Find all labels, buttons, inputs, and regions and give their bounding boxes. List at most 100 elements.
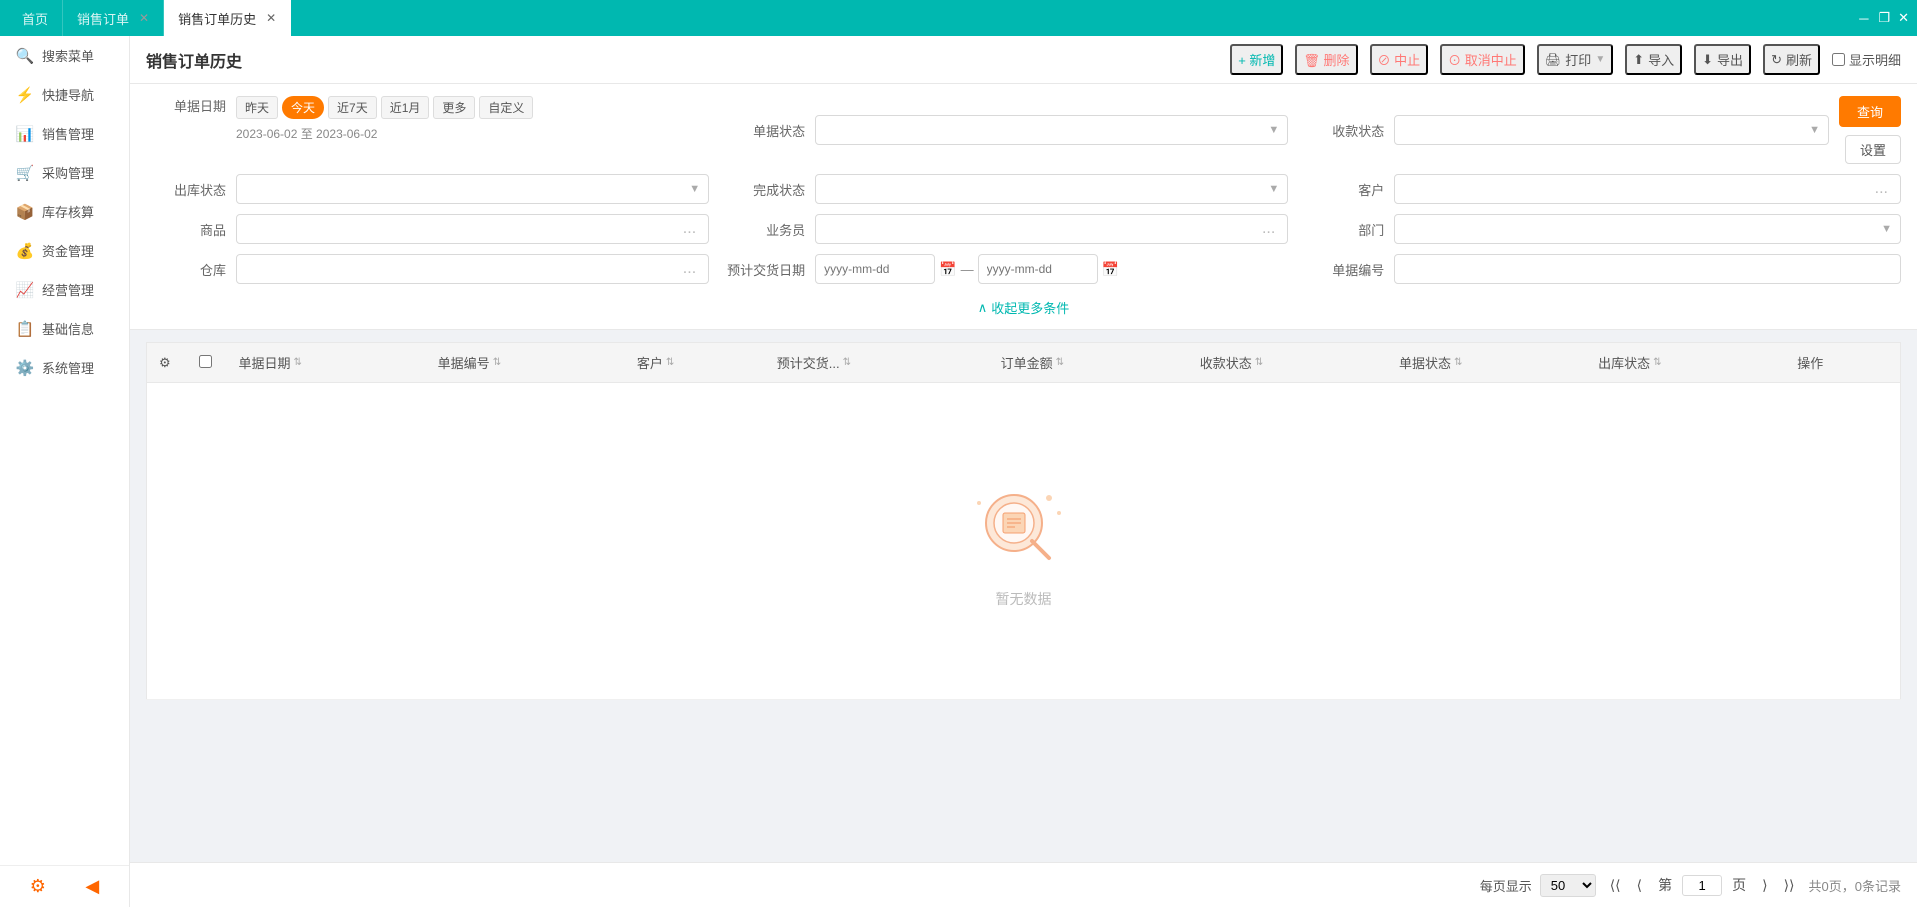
date-group: 昨天 今天 近7天 近1月 更多 自定义 [236, 96, 533, 119]
date-btn-custom[interactable]: 自定义 [479, 96, 533, 119]
tab-home[interactable]: 首页 [8, 0, 63, 36]
tab-sales-order[interactable]: 销售订单 ✕ [63, 0, 164, 36]
content-area: 销售订单历史 + 新增 🗑 删除 ⊘ 中止 ⊙ 取消中止 🖨 🖨 打印 打印 ▼… [130, 36, 1917, 907]
set-button[interactable]: 设置 [1845, 135, 1901, 164]
warehouse-label: 仓库 [146, 260, 236, 279]
filter-delivery-section: 出库状态 ▼ [146, 174, 725, 204]
goods-ellipsis-button[interactable]: ... [679, 220, 700, 238]
sidebar-collapse-icon[interactable]: ◀ [85, 876, 99, 897]
empty-state: 暂无数据 [159, 393, 1888, 689]
table-body: 暂无数据 [147, 383, 1901, 700]
page-size-select[interactable]: 50 20 100 [1540, 874, 1596, 897]
refresh-button[interactable]: ↻ 刷新 [1763, 44, 1820, 75]
th-delivery-status[interactable]: 出库状态 ⇅ [1586, 343, 1785, 383]
tab-sales-order-history-close[interactable]: ✕ [266, 11, 276, 25]
sidebar-item-sales-mgmt[interactable]: 📊 销售管理 [0, 114, 129, 153]
expected-date-to-input[interactable] [978, 254, 1098, 284]
page-number-input[interactable] [1682, 875, 1722, 896]
dept-arrow-icon: ▼ [1881, 223, 1892, 235]
filter-bill-status-section: 单据状态 ▼ [725, 96, 1304, 164]
date-btn-today[interactable]: 今天 [282, 96, 324, 119]
display-detail-checkbox[interactable] [1832, 53, 1845, 66]
query-button[interactable]: 查询 [1839, 96, 1901, 127]
print-button[interactable]: 🖨 🖨 打印 打印 ▼ [1537, 44, 1613, 75]
sidebar-item-purchase-mgmt[interactable]: 🛒 采购管理 [0, 153, 129, 192]
page-first-button[interactable]: ⟨⟨ [1604, 875, 1627, 896]
add-button[interactable]: + 新增 [1230, 44, 1283, 75]
calendar-from-icon[interactable]: 📅 [939, 261, 956, 278]
settings-icon[interactable]: ⚙ [159, 355, 171, 370]
delivery-status-select[interactable]: ▼ [236, 174, 709, 204]
sidebar-item-search-menu[interactable]: 🔍 搜索菜单 [0, 36, 129, 75]
sidebar-item-sys-mgmt[interactable]: ⚙️ 系统管理 [0, 348, 129, 387]
window-restore[interactable]: ❐ [1878, 10, 1890, 26]
th-order-amount-label: 订单金额 [1001, 353, 1053, 372]
th-bill-date[interactable]: 单据日期 ⇅ [227, 343, 426, 383]
export-button[interactable]: ⬇ 导出 [1694, 44, 1751, 75]
date-btn-7days[interactable]: 近7天 [328, 96, 377, 119]
date-btn-yesterday[interactable]: 昨天 [236, 96, 278, 119]
window-minimize[interactable]: － [1857, 9, 1870, 28]
purchase-mgmt-icon: 🛒 [16, 164, 34, 182]
complete-arrow-icon: ▼ [1268, 183, 1279, 195]
settings-th[interactable]: ⚙ [147, 343, 187, 383]
filter-complete-section: 完成状态 ▼ [725, 174, 1304, 204]
warehouse-ellipsis-button[interactable]: ... [679, 260, 700, 278]
display-detail-label: 显示明细 [1849, 50, 1901, 69]
select-all-checkbox[interactable] [199, 355, 212, 368]
customer-ellipsis-button[interactable]: ... [1871, 180, 1892, 198]
page-prev-button[interactable]: ⟨ [1631, 875, 1648, 896]
filter-row-3: 商品 ... 业务员 ... [146, 214, 1901, 244]
stop-button[interactable]: ⊘ 中止 [1370, 44, 1429, 75]
date-filter-label: 单据日期 [146, 96, 236, 115]
print-icon: 🖨 [1545, 52, 1562, 68]
sidebar-item-operations[interactable]: 📈 经营管理 [0, 270, 129, 309]
sidebar-item-basic-info[interactable]: 📋 基础信息 [0, 309, 129, 348]
page-next-button[interactable]: ⟩ [1756, 875, 1773, 896]
salesperson-ellipsis-button[interactable]: ... [1258, 220, 1279, 238]
checkbox-th[interactable] [187, 343, 227, 383]
empty-state-cell: 暂无数据 [147, 383, 1901, 700]
query-set-col: 查询 设置 [1829, 96, 1901, 164]
sidebar-settings-icon[interactable]: ⚙ [30, 876, 46, 897]
page-label-zhi: 第 [1652, 873, 1678, 897]
th-payment-status[interactable]: 收款状态 ⇅ [1188, 343, 1387, 383]
bill-status-select[interactable]: ▼ [815, 115, 1288, 145]
collapse-button[interactable]: ∧ 收起更多条件 [978, 298, 1070, 317]
sys-mgmt-icon: ⚙️ [16, 359, 34, 377]
sidebar-item-quick-nav[interactable]: ⚡ 快捷导航 [0, 75, 129, 114]
complete-status-label: 完成状态 [725, 180, 815, 199]
window-close[interactable]: ✕ [1898, 10, 1909, 26]
complete-status-select[interactable]: ▼ [815, 174, 1288, 204]
expected-date-from-input[interactable] [815, 254, 935, 284]
delete-button[interactable]: 🗑 删除 [1295, 44, 1357, 75]
tab-sales-order-history[interactable]: 销售订单历史 ✕ [164, 0, 291, 36]
bill-status-label: 单据状态 [725, 121, 815, 140]
th-customer[interactable]: 客户 ⇅ [625, 343, 765, 383]
export-icon: ⬇ [1702, 52, 1713, 68]
sidebar-item-basic-info-label: 基础信息 [42, 319, 94, 338]
sidebar-item-finance[interactable]: 💰 资金管理 [0, 231, 129, 270]
page-last-button[interactable]: ⟩⟩ [1778, 875, 1801, 896]
dept-select[interactable]: ▼ [1394, 214, 1901, 244]
filter-expected-date-section: 预计交货日期 📅 — 📅 [725, 254, 1304, 284]
sidebar-item-operations-label: 经营管理 [42, 280, 94, 299]
th-bill-status[interactable]: 单据状态 ⇅ [1387, 343, 1586, 383]
import-button[interactable]: ⬆ 导入 [1625, 44, 1682, 75]
tab-sales-order-close[interactable]: ✕ [139, 11, 149, 25]
date-btn-1month[interactable]: 近1月 [381, 96, 430, 119]
sidebar-item-inventory[interactable]: 📦 库存核算 [0, 192, 129, 231]
search-menu-icon: 🔍 [16, 47, 34, 65]
th-order-amount[interactable]: 订单金额 ⇅ [989, 343, 1188, 383]
th-expected-delivery[interactable]: 预计交货... ⇅ [765, 343, 989, 383]
cancel-stop-button[interactable]: ⊙ 取消中止 [1440, 44, 1525, 75]
th-bill-no[interactable]: 单据编号 ⇅ [426, 343, 625, 383]
payment-status-select[interactable]: ▼ [1394, 115, 1829, 145]
filter-area: 单据日期 昨天 今天 近7天 近1月 更多 自定义 2023-06-02 至 2… [130, 84, 1917, 330]
delivery-arrow-icon: ▼ [689, 183, 700, 195]
display-detail-checkbox-label[interactable]: 显示明细 [1832, 50, 1901, 69]
calendar-to-icon[interactable]: 📅 [1102, 261, 1119, 278]
filter-bill-no-section: 单据编号 [1304, 254, 1901, 284]
date-btn-more[interactable]: 更多 [433, 96, 475, 119]
bill-no-input[interactable] [1394, 254, 1901, 284]
